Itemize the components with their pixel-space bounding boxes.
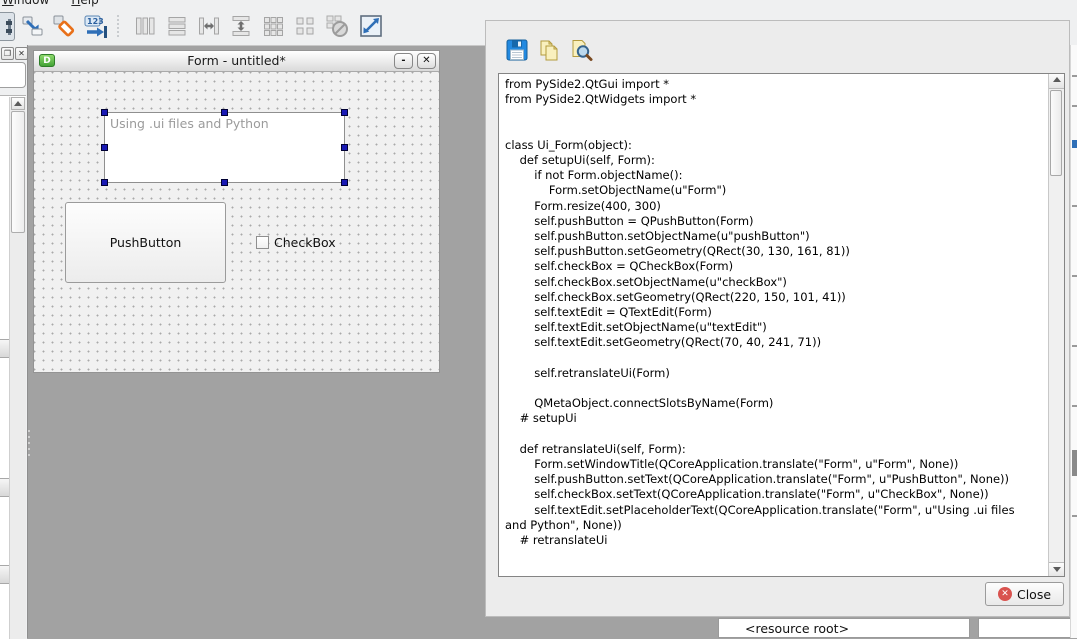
break-layout-glyph (324, 13, 350, 39)
edit-widgets-icon[interactable] (0, 12, 15, 41)
code-content: from PySide2.QtGui import * from PySide2… (499, 74, 1064, 548)
code-scrollbar[interactable] (1048, 74, 1064, 576)
resource-tree-panel: <resource root> (718, 618, 970, 638)
selection-handle[interactable] (341, 109, 348, 116)
break-layout-icon (323, 12, 350, 39)
scroll-up-icon[interactable] (11, 97, 25, 110)
menu-help[interactable]: Help (71, 0, 98, 7)
layout-vertically-splitter-glyph (229, 14, 253, 38)
edit-tab-order-icon[interactable]: 123 (82, 12, 109, 39)
layout-horizontally-icon (131, 12, 158, 39)
dock-float-icon[interactable]: ❐ (1, 47, 14, 60)
splitter-handle-dot (28, 436, 30, 438)
minimize-button[interactable]: - (394, 53, 413, 69)
edge-tick (1072, 515, 1077, 517)
adjust-size-icon[interactable] (357, 12, 384, 39)
checkbox-label: CheckBox (274, 235, 336, 250)
find-glyph (569, 38, 594, 63)
menu-window[interactable]: Window (2, 0, 49, 7)
textedit-widget[interactable]: Using .ui files and Python (104, 112, 345, 183)
close-window-button[interactable]: ✕ (417, 53, 436, 69)
selection-handle[interactable] (221, 179, 228, 186)
code-preview-dialog: from PySide2.QtGui import * from PySide2… (485, 20, 1070, 617)
layout-form-icon (291, 12, 318, 39)
layout-form-glyph (293, 14, 317, 38)
form-window-titlebar[interactable]: D Form - untitled* - ✕ (34, 51, 439, 72)
dock-close-icon[interactable]: ✕ (15, 47, 28, 60)
selection-handle[interactable] (221, 109, 228, 116)
edit-widgets-glyph (0, 15, 13, 39)
checkbox-widget[interactable]: CheckBox (256, 222, 357, 263)
scroll-up-icon[interactable] (1049, 74, 1064, 89)
pushbutton-widget[interactable]: PushButton (65, 202, 226, 283)
edit-signals-slots-glyph (20, 14, 44, 38)
splitter-handle-dot (28, 442, 30, 444)
layout-horizontally-splitter-icon (195, 12, 222, 39)
toolbar-separator (117, 15, 121, 37)
widget-filter-input[interactable] (0, 62, 26, 88)
edit-buddies-icon[interactable] (50, 12, 77, 39)
layout-horizontally-glyph (133, 14, 157, 38)
layout-horizontally-splitter-glyph (197, 14, 221, 38)
edit-signals-slots-icon[interactable] (18, 12, 45, 39)
edge-tick (1072, 205, 1077, 207)
edge-tick (1072, 75, 1077, 77)
widget-box-scrollbar[interactable] (9, 97, 26, 639)
close-button-label: Close (1017, 587, 1051, 602)
scrollbar-thumb[interactable] (11, 111, 25, 233)
splitter-handle-dot (28, 448, 30, 450)
edge-tick (1072, 345, 1077, 347)
selection-handle[interactable] (341, 144, 348, 151)
form-canvas[interactable]: Using .ui files and Python PushButton Ch… (34, 72, 439, 372)
selection-handle[interactable] (101, 144, 108, 151)
close-red-icon: ✕ (998, 587, 1012, 601)
svg-text:123: 123 (87, 17, 104, 26)
widget-box-list (0, 95, 26, 639)
edge-thumb (1072, 450, 1077, 476)
edge-tick (1072, 275, 1077, 277)
form-window: D Form - untitled* - ✕ Using .ui files a… (33, 50, 440, 373)
form-window-title: Form - untitled* (34, 53, 439, 68)
widget-box-dock: ❐ ✕ (0, 45, 28, 638)
checkbox-box[interactable] (256, 236, 269, 249)
save-icon[interactable] (505, 38, 530, 63)
resource-preview-panel (978, 618, 1077, 638)
splitter-handle-dot (28, 454, 30, 456)
scrollbar-thumb[interactable] (1050, 90, 1062, 176)
copy-glyph (537, 38, 562, 63)
copy-icon[interactable] (537, 38, 562, 63)
edit-tab-order-glyph: 123 (83, 13, 109, 39)
selection-handle[interactable] (341, 179, 348, 186)
layout-vertically-icon (163, 12, 190, 39)
window-edge-sliver (1070, 45, 1077, 638)
textedit-placeholder: Using .ui files and Python (110, 116, 269, 131)
edge-tick (1072, 405, 1077, 407)
selection-handle[interactable] (101, 179, 108, 186)
edge-tick (1072, 105, 1077, 107)
resource-root-item[interactable]: <resource root> (745, 621, 849, 636)
adjust-size-glyph (358, 13, 384, 39)
save-glyph (505, 38, 529, 62)
find-icon[interactable] (569, 38, 594, 63)
selection-handle[interactable] (101, 109, 108, 116)
splitter-handle-dot (28, 430, 30, 432)
close-dialog-button[interactable]: ✕ Close (985, 582, 1064, 606)
edit-buddies-glyph (51, 13, 77, 39)
layout-grid-icon (259, 12, 286, 39)
scroll-down-icon[interactable] (1049, 562, 1064, 577)
layout-grid-glyph (261, 14, 285, 38)
layout-vertically-splitter-icon (227, 12, 254, 39)
edge-tick-blue (1072, 140, 1077, 148)
code-view[interactable]: from PySide2.QtGui import * from PySide2… (498, 73, 1065, 577)
layout-vertically-glyph (165, 14, 189, 38)
menubar: Window Help (0, 0, 1077, 9)
